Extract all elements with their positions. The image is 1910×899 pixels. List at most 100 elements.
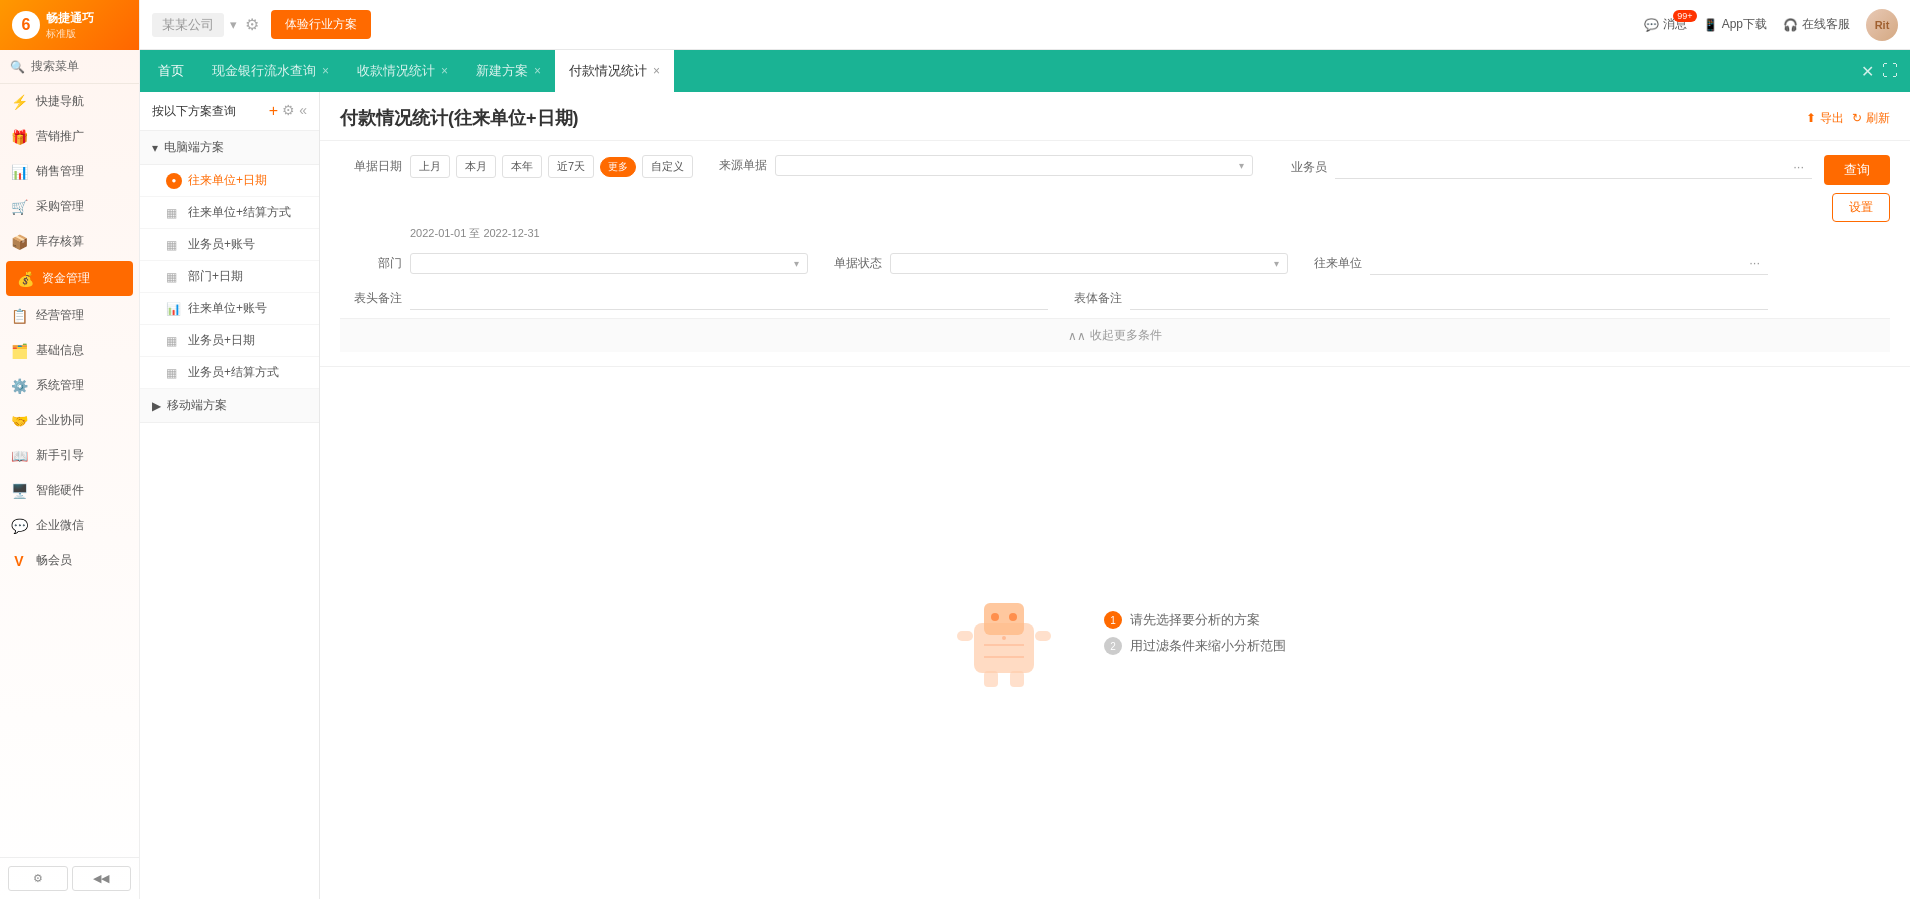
topbar-gear-icon[interactable]: ⚙ [245, 15, 259, 34]
tab-cash-flow-close[interactable]: × [322, 64, 329, 78]
scheme-item-partner-account-label: 往来单位+账号 [188, 300, 267, 317]
partner-label: 往来单位 [1300, 255, 1370, 272]
sidebar-item-marketing[interactable]: 🎁 营销推广 [0, 119, 139, 154]
scheme-settings-icon[interactable]: ⚙ [282, 102, 295, 120]
sidebar-item-operation[interactable]: 📋 经营管理 [0, 298, 139, 333]
settings-button[interactable]: 设置 [1832, 193, 1890, 222]
enterprise-icon: 🤝 [10, 413, 28, 429]
date-btn-this-year[interactable]: 本年 [502, 155, 542, 178]
filter-row-3: 表头备注 表体备注 [340, 287, 1890, 310]
empty-robot-container [944, 573, 1064, 693]
logo-text-block: 畅捷通巧 标准版 [46, 10, 94, 41]
search-label: 搜索菜单 [31, 58, 79, 75]
app-download-button[interactable]: 📱 App下载 [1703, 16, 1767, 33]
staff-ellipsis[interactable]: ··· [1793, 159, 1804, 174]
source-select[interactable]: ▾ [775, 155, 1252, 176]
tab-cash-flow-label: 现金银行流水查询 [212, 62, 316, 80]
tab-collection-label: 收款情况统计 [357, 62, 435, 80]
scheme-item-dept-date[interactable]: ▦ 部门+日期 [140, 261, 319, 293]
partner-ellipsis[interactable]: ··· [1749, 255, 1760, 270]
svg-rect-1 [984, 603, 1024, 635]
tab-close-all[interactable]: ✕ [1861, 62, 1874, 81]
refresh-button[interactable]: ↻ 刷新 [1852, 110, 1890, 127]
sidebar-item-shortcut[interactable]: ⚡ 快捷导航 [0, 84, 139, 119]
shortcut-icon: ⚡ [10, 94, 28, 110]
tab-collection[interactable]: 收款情况统计 × [343, 50, 462, 92]
svg-rect-6 [957, 631, 973, 641]
scheme-item-partner-settle[interactable]: ▦ 往来单位+结算方式 [140, 197, 319, 229]
sidebar-item-sales-label: 销售管理 [36, 163, 84, 180]
scheme-icon-1: ▦ [166, 206, 182, 220]
sidebar-item-system[interactable]: ⚙️ 系统管理 [0, 368, 139, 403]
sidebar-item-hardware-label: 智能硬件 [36, 482, 84, 499]
sidebar-item-basic[interactable]: 🗂️ 基础信息 [0, 333, 139, 368]
sidebar-item-inventory[interactable]: 📦 库存核算 [0, 224, 139, 259]
sidebar-collapse-button[interactable]: ◀◀ [72, 866, 132, 891]
msg-button[interactable]: 💬 消息 99+ [1644, 16, 1687, 33]
tab-maximize[interactable]: ⛶ [1882, 62, 1898, 80]
scheme-item-staff-date[interactable]: ▦ 业务员+日期 [140, 325, 319, 357]
tab-new-scheme[interactable]: 新建方案 × [462, 50, 555, 92]
scheme-item-active-icon: ● [166, 173, 182, 189]
trial-btn[interactable]: 体验行业方案 [271, 10, 371, 39]
sidebar-item-marketing-label: 营销推广 [36, 128, 84, 145]
scheme-icon-5: ▦ [166, 334, 182, 348]
query-button[interactable]: 查询 [1824, 155, 1890, 185]
date-btn-this-month[interactable]: 本月 [456, 155, 496, 178]
purchase-icon: 🛒 [10, 199, 28, 215]
dropdown-icon[interactable]: ▾ [230, 17, 237, 32]
search-icon: 🔍 [10, 60, 25, 74]
sidebar-item-sales[interactable]: 📊 销售管理 [0, 154, 139, 189]
filter-area: 单据日期 上月 本月 本年 近7天 更多 自定义 来源单据 [320, 141, 1910, 367]
sidebar-item-wechat[interactable]: 💬 企业微信 [0, 508, 139, 543]
scheme-item-staff-settle[interactable]: ▦ 业务员+结算方式 [140, 357, 319, 389]
scheme-add-icon[interactable]: + [269, 102, 278, 120]
sidebar-item-enterprise[interactable]: 🤝 企业协同 [0, 403, 139, 438]
sidebar: 6 畅捷通巧 标准版 🔍 搜索菜单 ⚡ 快捷导航 🎁 营销推广 📊 销售管理 🛒… [0, 0, 140, 899]
date-btn-custom[interactable]: 自定义 [642, 155, 693, 178]
status-select[interactable]: ▾ [890, 253, 1288, 274]
staff-label: 业务员 [1265, 159, 1335, 176]
sidebar-item-purchase[interactable]: 🛒 采购管理 [0, 189, 139, 224]
scheme-group-mobile-header[interactable]: ▶ 移动端方案 [140, 389, 319, 423]
online-service-button[interactable]: 🎧 在线客服 [1783, 16, 1850, 33]
tab-new-scheme-label: 新建方案 [476, 62, 528, 80]
scheme-item-partner-account[interactable]: 📊 往来单位+账号 [140, 293, 319, 325]
scheme-item-staff-settle-label: 业务员+结算方式 [188, 364, 279, 381]
sidebar-search[interactable]: 🔍 搜索菜单 [0, 50, 139, 84]
sidebar-item-hardware[interactable]: 🖥️ 智能硬件 [0, 473, 139, 508]
sidebar-item-guide[interactable]: 📖 新手引导 [0, 438, 139, 473]
sidebar-item-shortcut-label: 快捷导航 [36, 93, 84, 110]
sidebar-logo: 6 畅捷通巧 标准版 [0, 0, 139, 50]
scheme-group-pc-header[interactable]: ▾ 电脑端方案 [140, 131, 319, 165]
scheme-item-partner-date[interactable]: ● 往来单位+日期 [140, 165, 319, 197]
msg-icon: 💬 [1644, 18, 1659, 32]
tab-collection-close[interactable]: × [441, 64, 448, 78]
tab-payment[interactable]: 付款情况统计 × [555, 50, 674, 92]
service-icon: 🎧 [1783, 18, 1798, 32]
tab-cash-flow[interactable]: 现金银行流水查询 × [198, 50, 343, 92]
body-note-input[interactable] [1130, 287, 1768, 310]
dept-label: 部门 [340, 255, 410, 272]
dept-select[interactable]: ▾ [410, 253, 808, 274]
step-2-text: 用过滤条件来缩小分析范围 [1130, 637, 1286, 655]
export-button[interactable]: ⬆ 导出 [1806, 110, 1844, 127]
source-label: 来源单据 [705, 157, 775, 174]
tab-payment-close[interactable]: × [653, 64, 660, 78]
user-avatar[interactable]: Rit [1866, 9, 1898, 41]
sidebar-settings-button[interactable]: ⚙ [8, 866, 68, 891]
scheme-item-staff-account[interactable]: ▦ 业务员+账号 [140, 229, 319, 261]
tab-home[interactable]: 首页 [144, 50, 198, 92]
header-note-input[interactable] [410, 287, 1048, 310]
header-note-label: 表头备注 [340, 290, 410, 307]
scheme-collapse-icon[interactable]: « [299, 102, 307, 120]
sidebar-item-capital[interactable]: 💰 资金管理 [6, 261, 133, 296]
filter-status-group: 单据状态 ▾ [820, 253, 1288, 274]
collapse-more-btn[interactable]: ∧∧ 收起更多条件 [340, 318, 1890, 352]
app-label: App下载 [1722, 16, 1767, 33]
tab-new-scheme-close[interactable]: × [534, 64, 541, 78]
sidebar-item-member[interactable]: V 畅会员 [0, 543, 139, 578]
date-btn-more[interactable]: 更多 [600, 157, 636, 177]
date-btn-last-7days[interactable]: 近7天 [548, 155, 594, 178]
date-btn-last-month[interactable]: 上月 [410, 155, 450, 178]
